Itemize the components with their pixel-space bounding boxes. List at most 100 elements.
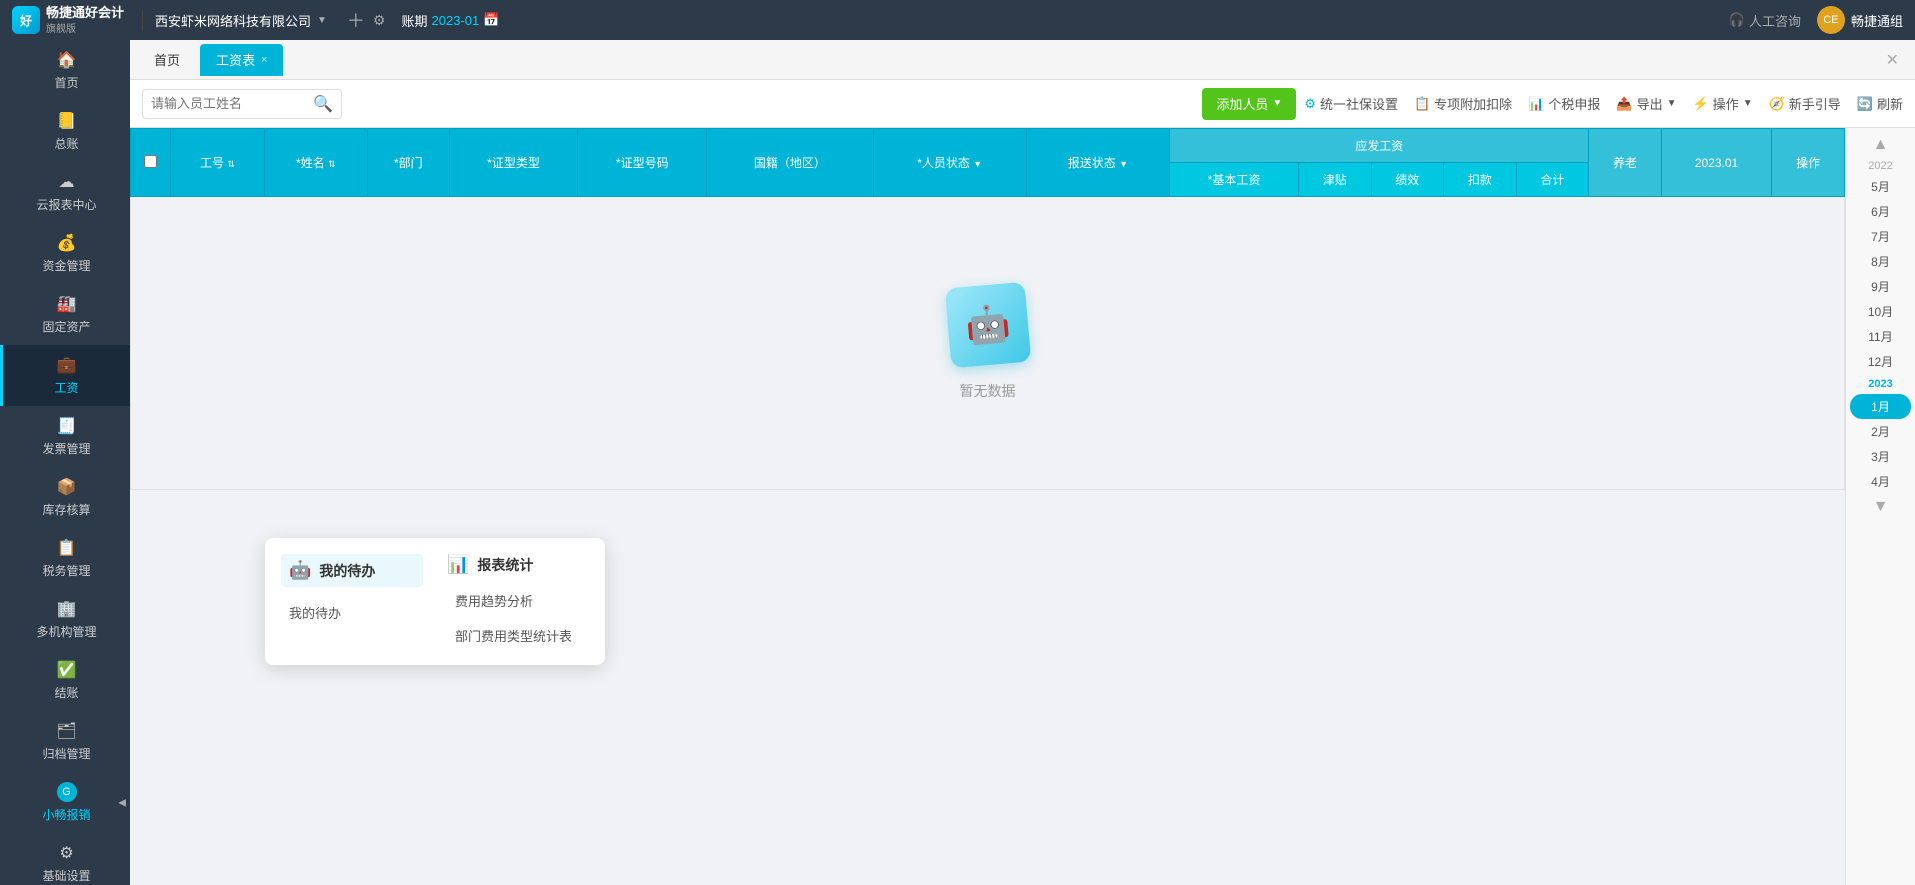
timeline-month-feb-2023[interactable]: 2月 bbox=[1846, 419, 1915, 444]
assets-icon: 🏭 bbox=[57, 294, 77, 314]
operation-icon: ⚡ bbox=[1692, 96, 1708, 112]
table-timeline-container: 工号 ⇅ *姓名 ⇅ *部门 *证型类型 *证型号码 国籍（地区） bbox=[130, 128, 1915, 885]
app-logo-sub: 旗舰版 bbox=[46, 20, 124, 35]
settings-icon[interactable]: ⚙ bbox=[373, 12, 386, 29]
th-year-col: 2023.01 bbox=[1661, 129, 1772, 197]
user-area[interactable]: CE 畅捷通组 bbox=[1817, 6, 1903, 34]
company-selector[interactable]: 西安虾米网络科技有限公司 ▼ bbox=[142, 11, 339, 30]
search-icon[interactable]: 🔍 bbox=[313, 94, 333, 114]
add-company-icon[interactable]: ＋ bbox=[347, 7, 365, 33]
calendar-icon[interactable]: 📅 bbox=[483, 12, 499, 28]
timeline-down-icon[interactable]: ▼ bbox=[1869, 494, 1893, 520]
period-value: 2023-01 bbox=[432, 13, 480, 28]
timeline-month-apr-2023[interactable]: 4月 bbox=[1846, 469, 1915, 494]
empty-state: 🤖 暂无数据 bbox=[137, 205, 1838, 481]
ledger-icon: 📒 bbox=[57, 111, 77, 131]
popup-item-dept-expense[interactable]: 部门费用类型统计表 bbox=[447, 622, 589, 649]
sidebar-item-multi[interactable]: 🏢 多机构管理 bbox=[0, 589, 130, 650]
sidebar-item-cloud[interactable]: ☁ 云报表中心 bbox=[0, 162, 130, 223]
search-box: 🔍 bbox=[142, 89, 342, 119]
service-button[interactable]: 🎧 人工咨询 bbox=[1729, 11, 1801, 30]
sidebar-item-funds[interactable]: 💰 资金管理 bbox=[0, 223, 130, 284]
collapse-arrow-icon: ◀ bbox=[118, 797, 126, 808]
timeline-month-6[interactable]: 6月 bbox=[1846, 199, 1915, 224]
sidebar: 🏠 首页 📒 总账 ☁ 云报表中心 💰 资金管理 🏭 固定资产 💼 工资 🧾 发… bbox=[0, 40, 130, 885]
timeline-month-7[interactable]: 7月 bbox=[1846, 224, 1915, 249]
filter-report-icon[interactable]: ▼ bbox=[1119, 159, 1128, 169]
sidebar-item-tax[interactable]: 📋 税务管理 bbox=[0, 528, 130, 589]
timeline-up-icon[interactable]: ▲ bbox=[1869, 132, 1893, 158]
avatar-text: CE bbox=[1823, 14, 1838, 26]
sort-name-icon[interactable]: ⇅ bbox=[328, 159, 336, 169]
popup-header-todo[interactable]: 🤖 我的待办 bbox=[281, 554, 423, 587]
add-btn-dropdown-icon: ▼ bbox=[1272, 98, 1282, 109]
todo-robot-icon: 🤖 bbox=[289, 560, 311, 581]
th-salary-group: 应发工资 bbox=[1170, 129, 1589, 163]
invoice-icon: 🧾 bbox=[57, 416, 77, 436]
add-person-button[interactable]: 添加人员 ▼ bbox=[1202, 88, 1296, 120]
search-input[interactable] bbox=[151, 96, 313, 111]
sidebar-label-cloud: 云报表中心 bbox=[36, 196, 96, 213]
sidebar-label-basic: 基础设置 bbox=[42, 867, 90, 884]
basic-settings-icon: ⚙ bbox=[59, 843, 73, 863]
th-action: 操作 bbox=[1772, 129, 1845, 197]
sidebar-label-assets: 固定资产 bbox=[42, 318, 90, 335]
sidebar-label-salary: 工资 bbox=[54, 379, 78, 396]
select-all-checkbox[interactable] bbox=[144, 155, 157, 168]
window-close-icon[interactable]: ✕ bbox=[1878, 50, 1907, 70]
timeline-month-11[interactable]: 11月 bbox=[1846, 324, 1915, 349]
guide-btn[interactable]: 🧭 新手引导 bbox=[1769, 94, 1841, 113]
timeline-month-12[interactable]: 12月 bbox=[1846, 349, 1915, 374]
timeline-month-8[interactable]: 8月 bbox=[1846, 249, 1915, 274]
tax-report-btn[interactable]: 📊 个税申报 bbox=[1528, 94, 1600, 113]
th-name: *姓名 ⇅ bbox=[264, 129, 367, 197]
add-person-label: 添加人员 bbox=[1216, 94, 1268, 113]
timeline-month-9[interactable]: 9月 bbox=[1846, 274, 1915, 299]
headset-icon: 🎧 bbox=[1729, 12, 1745, 28]
inventory-icon: 📦 bbox=[57, 477, 77, 497]
timeline-month-5[interactable]: 5月 bbox=[1846, 174, 1915, 199]
tab-close-icon[interactable]: × bbox=[261, 54, 267, 66]
timeline-month-mar-2023[interactable]: 3月 bbox=[1846, 444, 1915, 469]
sidebar-label-ledger: 总账 bbox=[54, 135, 78, 152]
period-area[interactable]: 账期 2023-01 📅 bbox=[401, 11, 499, 30]
export-arrow-icon: ▼ bbox=[1667, 98, 1677, 109]
guide-toolbar-icon: 🧭 bbox=[1769, 96, 1785, 112]
sidebar-item-xiaochang[interactable]: G 小畅报销 ◀ bbox=[0, 772, 130, 833]
content-area: 首页 工资表 × ✕ 🔍 添加人员 ▼ ⚙ 统一社保设 bbox=[130, 40, 1915, 885]
th-dept: *部门 bbox=[367, 129, 449, 197]
sidebar-item-archive[interactable]: 🗂 归档管理 bbox=[0, 711, 130, 772]
sidebar-item-basic[interactable]: ⚙ 基础设置 bbox=[0, 833, 130, 885]
th-base-salary: *基本工资 bbox=[1170, 163, 1299, 197]
popup-item-mytodo[interactable]: 我的待办 bbox=[281, 599, 423, 626]
user-name: 畅捷通组 bbox=[1851, 11, 1903, 30]
operation-btn[interactable]: ⚡ 操作 ▼ bbox=[1692, 94, 1752, 113]
sidebar-label-home: 首页 bbox=[54, 74, 78, 91]
timeline-month-jan-2023[interactable]: 1月 bbox=[1850, 394, 1911, 419]
sidebar-item-home[interactable]: 🏠 首页 bbox=[0, 40, 130, 101]
sidebar-item-assets[interactable]: 🏭 固定资产 bbox=[0, 284, 130, 345]
refresh-btn[interactable]: 🔄 刷新 bbox=[1857, 94, 1903, 113]
tab-salary[interactable]: 工资表 × bbox=[200, 44, 283, 76]
social-insurance-btn[interactable]: ⚙ 统一社保设置 bbox=[1304, 94, 1398, 113]
th-performance: 绩效 bbox=[1371, 163, 1444, 197]
tab-home[interactable]: 首页 bbox=[138, 44, 196, 76]
sort-id-icon[interactable]: ⇅ bbox=[227, 159, 235, 169]
popup-item-expense-trend[interactable]: 费用趋势分析 bbox=[447, 587, 589, 614]
sidebar-item-invoice[interactable]: 🧾 发票管理 bbox=[0, 406, 130, 467]
sidebar-label-inventory: 库存核算 bbox=[42, 501, 90, 518]
export-btn[interactable]: 📤 导出 ▼ bbox=[1616, 94, 1676, 113]
popup-header-reports[interactable]: 📊 报表统计 bbox=[447, 554, 589, 575]
timeline-panel: ▲ 2022 5月 6月 7月 8月 9月 10月 11月 12月 2023 1… bbox=[1845, 128, 1915, 885]
sidebar-item-ledger[interactable]: 📒 总账 bbox=[0, 101, 130, 162]
timeline-month-10[interactable]: 10月 bbox=[1846, 299, 1915, 324]
sidebar-item-settle[interactable]: ✅ 结账 bbox=[0, 650, 130, 711]
special-deduction-btn[interactable]: 📋 专项附加扣除 bbox=[1414, 94, 1512, 113]
table-container: 工号 ⇅ *姓名 ⇅ *部门 *证型类型 *证型号码 国籍（地区） bbox=[130, 128, 1845, 885]
popup-reports-title: 报表统计 bbox=[477, 555, 533, 575]
th-status: *人员状态 ▼ bbox=[873, 129, 1026, 197]
filter-status-icon[interactable]: ▼ bbox=[973, 159, 982, 169]
refresh-icon: 🔄 bbox=[1857, 96, 1873, 112]
sidebar-item-salary[interactable]: 💼 工资 bbox=[0, 345, 130, 406]
sidebar-item-inventory[interactable]: 📦 库存核算 bbox=[0, 467, 130, 528]
